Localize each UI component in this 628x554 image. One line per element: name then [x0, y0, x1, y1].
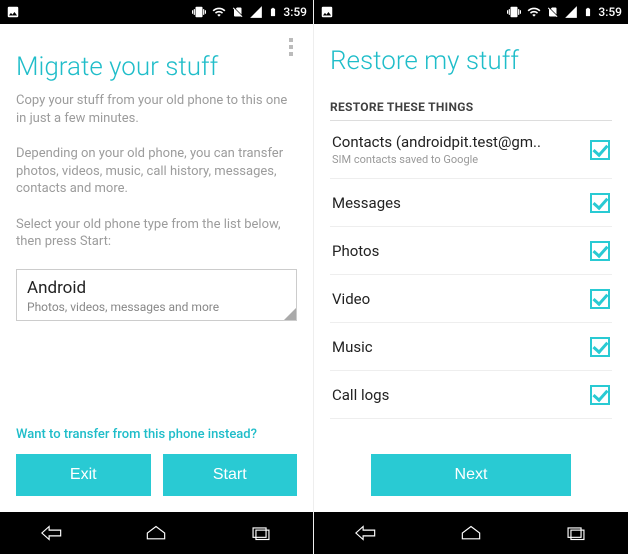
wifi-icon [211, 5, 227, 19]
restore-item-label: Music [332, 338, 590, 356]
button-row: Next [330, 454, 612, 496]
transfer-from-this-phone-link[interactable]: Want to transfer from this phone instead… [16, 427, 257, 442]
restore-screen: 3:59 Restore my stuff RESTORE THESE THIN… [314, 0, 628, 554]
dropdown-corner-icon [284, 308, 296, 320]
status-time: 3:59 [598, 5, 622, 19]
checkbox-checked-icon[interactable] [590, 385, 610, 405]
status-bar: 3:59 [314, 0, 628, 24]
restore-item[interactable]: Photos [330, 227, 612, 275]
nav-bar [0, 512, 313, 554]
vibrate-icon [507, 5, 521, 19]
restore-item-sub: SIM contacts saved to Google [332, 153, 590, 166]
home-icon[interactable] [143, 523, 169, 543]
checkbox-checked-icon[interactable] [590, 289, 610, 309]
checkbox-checked-icon[interactable] [590, 241, 610, 261]
restore-list: Contacts (androidpit.test@gm.. SIM contac… [330, 121, 612, 419]
status-bar: 3:59 [0, 0, 313, 24]
restore-content: Restore my stuff RESTORE THESE THINGS Co… [314, 24, 628, 512]
signal-icon [249, 5, 263, 19]
battery-icon [268, 5, 278, 19]
restore-item-label: Contacts (androidpit.test@gm.. [332, 133, 590, 151]
image-icon [6, 5, 20, 19]
exit-button[interactable]: Exit [16, 454, 151, 496]
back-icon[interactable] [353, 523, 379, 543]
page-title: Migrate your stuff [16, 52, 297, 82]
intro-paragraph-3: Select your old phone type from the list… [16, 216, 297, 251]
page-title: Restore my stuff [330, 46, 612, 76]
overflow-menu-icon[interactable] [289, 38, 293, 56]
restore-item[interactable]: Music [330, 323, 612, 371]
button-row: Exit Start [16, 454, 297, 496]
no-sim-icon [232, 5, 244, 19]
nav-bar [314, 512, 628, 554]
checkbox-checked-icon[interactable] [590, 337, 610, 357]
restore-item[interactable]: Video [330, 275, 612, 323]
select-subtext: Photos, videos, messages and more [27, 300, 286, 314]
checkbox-checked-icon[interactable] [590, 193, 610, 213]
checkbox-checked-icon[interactable] [590, 140, 610, 160]
back-icon[interactable] [39, 523, 65, 543]
restore-item[interactable]: Call logs [330, 371, 612, 419]
restore-item-label: Photos [332, 242, 590, 260]
recent-apps-icon[interactable] [563, 523, 589, 543]
battery-icon [583, 5, 593, 19]
restore-item[interactable]: Contacts (androidpit.test@gm.. SIM contac… [330, 121, 612, 179]
signal-icon [564, 5, 578, 19]
wifi-icon [526, 5, 542, 19]
intro-paragraph-2: Depending on your old phone, you can tra… [16, 145, 297, 198]
restore-item-label: Video [332, 290, 590, 308]
no-sim-icon [547, 5, 559, 19]
intro-paragraph-1: Copy your stuff from your old phone to t… [16, 92, 297, 127]
restore-item[interactable]: Messages [330, 179, 612, 227]
migrate-screen: 3:59 Migrate your stuff Copy your stuff … [0, 0, 314, 554]
recent-apps-icon[interactable] [248, 523, 274, 543]
status-time: 3:59 [283, 5, 307, 19]
restore-item-label: Call logs [332, 386, 590, 404]
select-value: Android [27, 278, 286, 298]
start-button[interactable]: Start [163, 454, 298, 496]
phone-type-select[interactable]: Android Photos, videos, messages and mor… [16, 269, 297, 321]
image-icon [320, 5, 334, 19]
next-button[interactable]: Next [371, 454, 571, 496]
migrate-content: Migrate your stuff Copy your stuff from … [0, 24, 313, 512]
restore-item-label: Messages [332, 194, 590, 212]
vibrate-icon [192, 5, 206, 19]
home-icon[interactable] [458, 523, 484, 543]
section-header: RESTORE THESE THINGS [330, 100, 612, 121]
